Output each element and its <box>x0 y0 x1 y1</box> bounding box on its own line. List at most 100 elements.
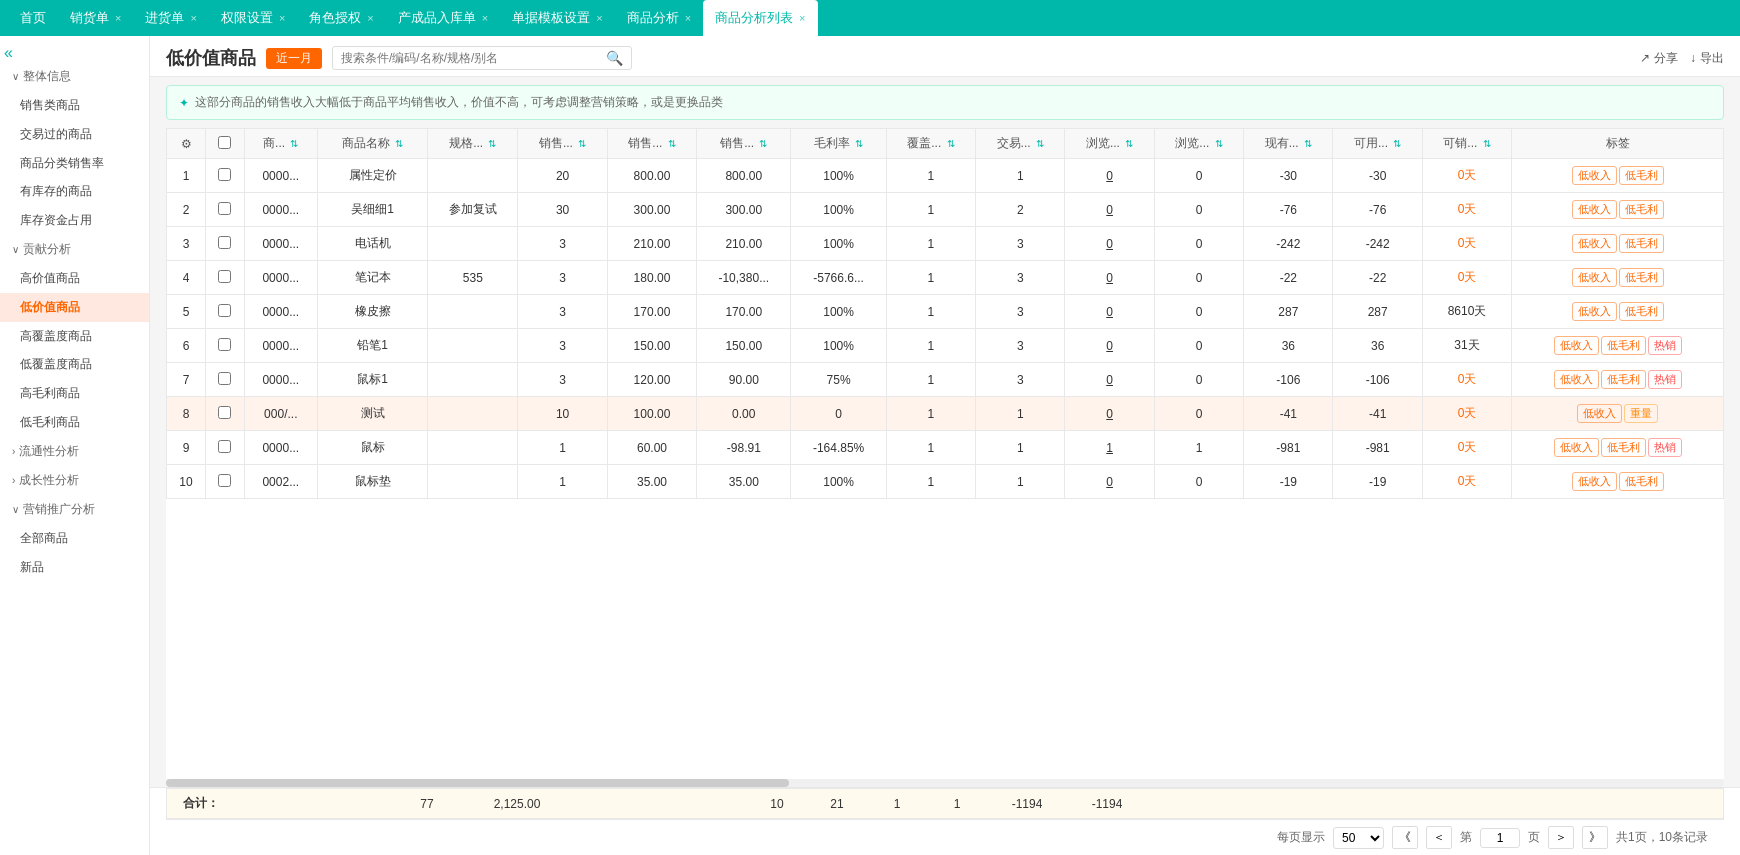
cell-checkbox[interactable] <box>206 261 244 295</box>
sidebar-collapse-btn[interactable]: « <box>0 44 17 62</box>
cell-col11[interactable]: 0 <box>1065 329 1154 363</box>
close-icon[interactable]: × <box>596 12 602 24</box>
share-button[interactable]: ↗ 分享 <box>1640 50 1678 67</box>
select-all-checkbox[interactable] <box>218 136 231 149</box>
view-link[interactable]: 0 <box>1106 169 1113 183</box>
table-scrollbar-thumb[interactable] <box>166 779 789 787</box>
th-code[interactable]: 商... ⇅ <box>244 129 318 159</box>
cell-col11[interactable]: 0 <box>1065 465 1154 499</box>
cell-col11[interactable]: 0 <box>1065 193 1154 227</box>
row-checkbox[interactable] <box>218 168 231 181</box>
sidebar-section-circulation[interactable]: › 流通性分析 <box>0 437 149 466</box>
search-input[interactable] <box>341 51 606 65</box>
sidebar-section-marketing[interactable]: ∨ 营销推广分析 <box>0 495 149 524</box>
table-horizontal-scrollbar[interactable] <box>166 779 1724 787</box>
close-icon[interactable]: × <box>190 12 196 24</box>
close-icon[interactable]: × <box>799 12 805 24</box>
th-settings[interactable]: ⚙ <box>167 129 206 159</box>
view-link[interactable]: 0 <box>1106 237 1113 251</box>
search-icon[interactable]: 🔍 <box>606 50 623 66</box>
th-available-stock[interactable]: 可用... ⇅ <box>1333 129 1422 159</box>
cell-col11[interactable]: 0 <box>1065 397 1154 431</box>
sidebar-item-low-margin[interactable]: 低毛利商品 <box>0 408 149 437</box>
sidebar-section-overall[interactable]: ∨ 整体信息 <box>0 62 149 91</box>
cell-col11[interactable]: 0 <box>1065 295 1154 329</box>
row-checkbox[interactable] <box>218 304 231 317</box>
close-icon[interactable]: × <box>367 12 373 24</box>
th-trade[interactable]: 交易... ⇅ <box>976 129 1065 159</box>
cell-checkbox[interactable] <box>206 363 244 397</box>
nav-role-auth[interactable]: 角色授权 × <box>297 0 385 36</box>
close-icon[interactable]: × <box>482 12 488 24</box>
sidebar-item-low-coverage[interactable]: 低覆盖度商品 <box>0 350 149 379</box>
nav-product-analysis[interactable]: 商品分析 × <box>615 0 703 36</box>
cell-checkbox[interactable] <box>206 159 244 193</box>
th-coverage[interactable]: 覆盖... ⇅ <box>886 129 975 159</box>
sidebar-item-new-goods[interactable]: 新品 <box>0 553 149 582</box>
nav-permission-settings[interactable]: 权限设置 × <box>209 0 297 36</box>
th-checkbox[interactable] <box>206 129 244 159</box>
sidebar-item-high-margin[interactable]: 高毛利商品 <box>0 379 149 408</box>
th-col5[interactable]: 销售... ⇅ <box>518 129 607 159</box>
cell-checkbox[interactable] <box>206 329 244 363</box>
th-spec[interactable]: 规格... ⇅ <box>428 129 518 159</box>
view-link[interactable]: 0 <box>1106 373 1113 387</box>
row-checkbox[interactable] <box>218 338 231 351</box>
nav-product-inbound[interactable]: 产成品入库单 × <box>386 0 500 36</box>
view-link[interactable]: 0 <box>1106 407 1113 421</box>
cell-checkbox[interactable] <box>206 227 244 261</box>
view-link[interactable]: 0 <box>1106 339 1113 353</box>
th-saleable-stock[interactable]: 可销... ⇅ <box>1422 129 1511 159</box>
sidebar-item-all-goods[interactable]: 全部商品 <box>0 524 149 553</box>
cell-col11[interactable]: 0 <box>1065 261 1154 295</box>
next-page-btn[interactable]: ＞ <box>1548 826 1574 849</box>
cell-col11[interactable]: 0 <box>1065 159 1154 193</box>
row-checkbox[interactable] <box>218 270 231 283</box>
sidebar-item-category-sales-rate[interactable]: 商品分类销售率 <box>0 149 149 178</box>
cell-checkbox[interactable] <box>206 431 244 465</box>
row-checkbox[interactable] <box>218 236 231 249</box>
th-col6[interactable]: 销售... ⇅ <box>607 129 696 159</box>
first-page-btn[interactable]: 《 <box>1392 826 1418 849</box>
nav-sales-order[interactable]: 销货单 × <box>58 0 133 36</box>
nav-home[interactable]: 首页 <box>8 0 58 36</box>
nav-purchase-order[interactable]: 进货单 × <box>133 0 208 36</box>
last-page-btn[interactable]: 》 <box>1582 826 1608 849</box>
nav-product-analysis-list[interactable]: 商品分析列表 × <box>703 0 817 36</box>
prev-page-btn[interactable]: ＜ <box>1426 826 1452 849</box>
th-col7[interactable]: 销售... ⇅ <box>697 129 791 159</box>
row-checkbox[interactable] <box>218 474 231 487</box>
sidebar-section-growth[interactable]: › 成长性分析 <box>0 466 149 495</box>
cell-col11[interactable]: 0 <box>1065 363 1154 397</box>
cell-col11[interactable]: 0 <box>1065 227 1154 261</box>
row-checkbox[interactable] <box>218 440 231 453</box>
sidebar-item-traded-goods[interactable]: 交易过的商品 <box>0 120 149 149</box>
row-checkbox[interactable] <box>218 202 231 215</box>
view-link[interactable]: 0 <box>1106 203 1113 217</box>
page-size-select[interactable]: 50 100 200 <box>1333 827 1384 849</box>
cell-checkbox[interactable] <box>206 397 244 431</box>
cell-col11[interactable]: 1 <box>1065 431 1154 465</box>
sidebar-item-low-value[interactable]: 低价值商品 <box>0 293 149 322</box>
th-margin[interactable]: 毛利率 ⇅ <box>791 129 886 159</box>
th-name[interactable]: 商品名称 ⇅ <box>318 129 428 159</box>
view-link[interactable]: 0 <box>1106 271 1113 285</box>
sidebar-section-contribution[interactable]: ∨ 贡献分析 <box>0 235 149 264</box>
sidebar-item-high-coverage[interactable]: 高覆盖度商品 <box>0 322 149 351</box>
row-checkbox[interactable] <box>218 372 231 385</box>
row-checkbox[interactable] <box>218 406 231 419</box>
filter-button[interactable]: 近一月 <box>266 48 322 69</box>
th-view1[interactable]: 浏览... ⇅ <box>1065 129 1154 159</box>
sidebar-item-stock-goods[interactable]: 有库存的商品 <box>0 177 149 206</box>
th-current-stock[interactable]: 现有... ⇅ <box>1244 129 1333 159</box>
cell-checkbox[interactable] <box>206 295 244 329</box>
close-icon[interactable]: × <box>685 12 691 24</box>
close-icon[interactable]: × <box>115 12 121 24</box>
nav-template-settings[interactable]: 单据模板设置 × <box>500 0 614 36</box>
th-view2[interactable]: 浏览... ⇅ <box>1154 129 1243 159</box>
sidebar-item-stock-capital[interactable]: 库存资金占用 <box>0 206 149 235</box>
export-button[interactable]: ↓ 导出 <box>1690 50 1724 67</box>
cell-checkbox[interactable] <box>206 465 244 499</box>
current-page-input[interactable] <box>1480 828 1520 848</box>
sidebar-item-sales-goods[interactable]: 销售类商品 <box>0 91 149 120</box>
